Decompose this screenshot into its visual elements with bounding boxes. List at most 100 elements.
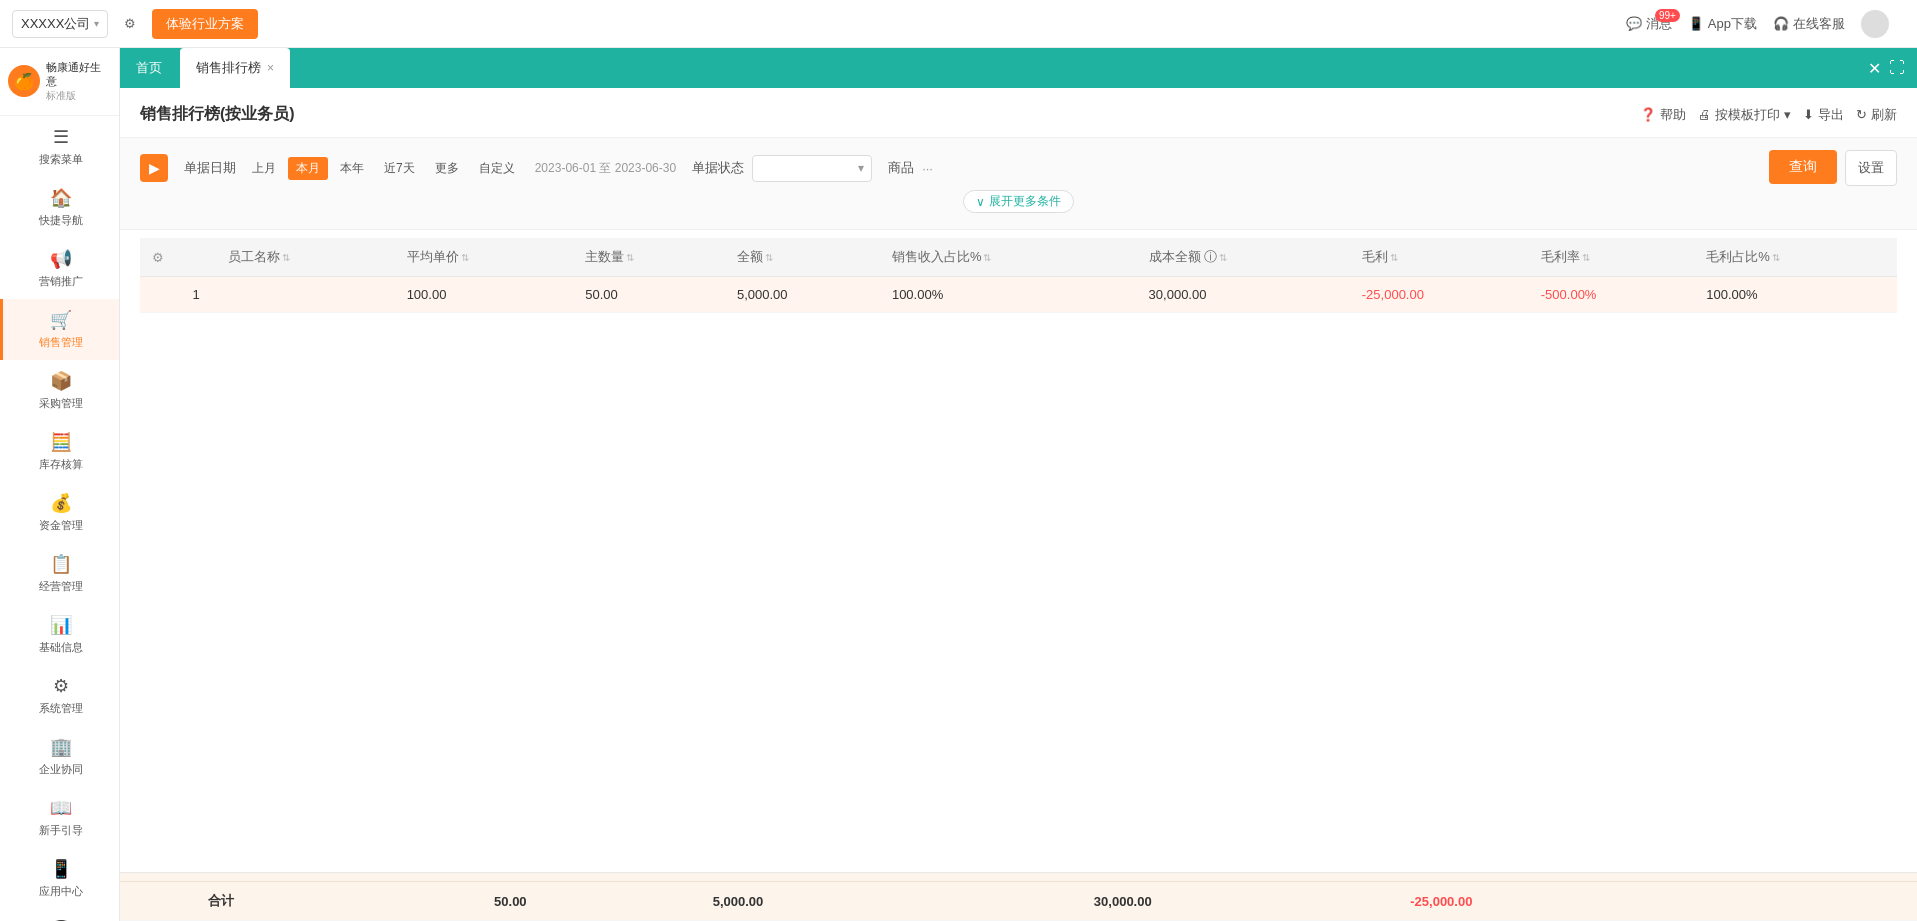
filter-toggle-button[interactable]: ▶ (140, 154, 168, 182)
col-profit: 毛利 ⇅ (1350, 238, 1529, 277)
sidebar-item-label: 应用中心 (39, 884, 83, 899)
date-tab-last-month[interactable]: 上月 (244, 157, 284, 180)
avatar[interactable] (1861, 10, 1889, 38)
tab-sales-ranking[interactable]: 销售排行榜 × (180, 48, 290, 88)
maximize-button[interactable]: ⛶ (1889, 59, 1905, 77)
tab-close-button[interactable]: × (267, 61, 274, 75)
export-icon: ⬇ (1803, 107, 1814, 122)
tab-bar-right: ✕ ⛶ (1868, 59, 1917, 78)
sidebar-item-inventory[interactable]: 🧮 库存核算 (0, 421, 119, 482)
row-amount: 5,000.00 (725, 277, 880, 313)
tab-label: 销售排行榜 (196, 59, 261, 77)
sidebar-item-app-center[interactable]: 📱 应用中心 (0, 848, 119, 909)
sort-icon[interactable]: ⇅ (282, 252, 290, 263)
date-tab-more[interactable]: 更多 (427, 157, 467, 180)
summary-quantity: 50.00 (482, 882, 701, 921)
logo-sub: 标准版 (46, 89, 111, 103)
col-sort-avg-price: 平均单价 ⇅ (407, 248, 562, 266)
headset-icon: 🎧 (1773, 16, 1789, 31)
sidebar-item-wechat[interactable]: 💬 企业微信 (0, 909, 119, 921)
status-select[interactable] (752, 155, 872, 182)
row-settings (140, 277, 176, 313)
date-tab-current-month[interactable]: 本月 (288, 157, 328, 180)
basic-info-icon: 📊 (50, 614, 72, 636)
sidebar-item-search[interactable]: ☰ 搜索菜单 (0, 116, 119, 177)
help-button[interactable]: ❓ 帮助 (1640, 106, 1686, 124)
finance-icon: 💰 (50, 492, 72, 514)
sidebar-item-label: 系统管理 (39, 701, 83, 716)
summary-empty-settings (120, 882, 156, 921)
date-tab-current-year[interactable]: 本年 (332, 157, 372, 180)
sidebar-item-sales[interactable]: 🛒 销售管理 (0, 299, 119, 360)
col-sort-profit: 毛利 ⇅ (1362, 248, 1517, 266)
export-button[interactable]: ⬇ 导出 (1803, 106, 1844, 124)
sort-icon[interactable]: ⇅ (983, 252, 991, 263)
top-right-actions: 💬 消息 99+ 📱 App下载 🎧 在线客服 (1626, 10, 1905, 38)
sidebar-item-quick-nav[interactable]: 🏠 快捷导航 (0, 177, 119, 238)
query-button[interactable]: 查询 (1769, 150, 1837, 184)
summary-table: 合计 50.00 5,000.00 30,000.00 -25,000.00 (120, 881, 1917, 921)
sales-icon: 🛒 (50, 309, 72, 331)
gear-button[interactable]: ⚙ (116, 10, 144, 38)
company-selector[interactable]: XXXXX公司 ▾ (12, 10, 108, 38)
export-label: 导出 (1818, 106, 1844, 124)
logo-text-block: 畅康通好生意 标准版 (46, 60, 111, 103)
summary-empty-rank (156, 882, 196, 921)
online-service-button[interactable]: 🎧 在线客服 (1773, 15, 1845, 33)
app-download-label: App下载 (1708, 15, 1757, 33)
row-quantity: 50.00 (573, 277, 725, 313)
chevron-down-icon: ▾ (94, 18, 99, 29)
col-quantity: 主数量 ⇅ (573, 238, 725, 277)
refresh-button[interactable]: ↻ 刷新 (1856, 106, 1897, 124)
sort-icon[interactable]: ⇅ (1219, 252, 1227, 263)
sidebar-item-label: 搜索菜单 (39, 152, 83, 167)
status-filter: 单据状态 (692, 155, 872, 182)
sidebar-item-basic-info[interactable]: 📊 基础信息 (0, 604, 119, 665)
expand-conditions-button[interactable]: ∨ 展开更多条件 (963, 190, 1074, 213)
company-name: XXXXX公司 (21, 15, 90, 33)
sidebar-item-operations[interactable]: 📋 经营管理 (0, 543, 119, 604)
close-window-button[interactable]: ✕ (1868, 59, 1881, 78)
settings-button[interactable]: 设置 (1845, 150, 1897, 186)
sort-icon[interactable]: ⇅ (765, 252, 773, 263)
date-range: 2023-06-01 至 2023-06-30 (535, 160, 676, 177)
summary-profit: -25,000.00 (1398, 882, 1731, 921)
goods-label: 商品 (888, 159, 914, 177)
date-tab-custom[interactable]: 自定义 (471, 157, 523, 180)
col-sort-profit-pct: 毛利占比% ⇅ (1706, 248, 1885, 266)
help-label: 帮助 (1660, 106, 1686, 124)
help-icon: ❓ (1640, 107, 1656, 122)
message-button[interactable]: 💬 消息 99+ (1626, 15, 1672, 33)
col-sort-quantity: 主数量 ⇅ (585, 248, 713, 266)
print-button[interactable]: 🖨 按模板打印 ▾ (1698, 106, 1791, 124)
sidebar-item-system[interactable]: ⚙ 系统管理 (0, 665, 119, 726)
col-settings[interactable]: ⚙ (140, 238, 176, 277)
sidebar-item-finance[interactable]: 💰 资金管理 (0, 482, 119, 543)
sort-icon[interactable]: ⇅ (461, 252, 469, 263)
sort-icon[interactable]: ⇅ (1582, 252, 1590, 263)
page-actions: ❓ 帮助 🖨 按模板打印 ▾ ⬇ 导出 ↻ 刷新 (1640, 106, 1897, 124)
sidebar-item-purchase[interactable]: 📦 采购管理 (0, 360, 119, 421)
table-container: ⚙ 员工名称 ⇅ 平均单价 ⇅ (120, 238, 1917, 313)
goods-more-icon: ··· (922, 161, 933, 176)
marketing-icon: 📢 (50, 248, 72, 270)
sidebar-item-marketing[interactable]: 📢 营销推广 (0, 238, 119, 299)
date-tab-last-7days[interactable]: 近7天 (376, 157, 423, 180)
sidebar-item-label: 企业协同 (39, 762, 83, 777)
filter-row: ▶ 单据日期 上月 本月 本年 近7天 更多 自定义 2023-06-01 至 … (140, 150, 1897, 186)
trial-button[interactable]: 体验行业方案 (152, 9, 258, 39)
sort-icon[interactable]: ⇅ (1390, 252, 1398, 263)
app-download-button[interactable]: 📱 App下载 (1688, 15, 1757, 33)
table-header: ⚙ 员工名称 ⇅ 平均单价 ⇅ (140, 238, 1897, 277)
page-title: 销售排行榜(按业务员) (140, 104, 295, 125)
sidebar-item-guide[interactable]: 📖 新手引导 (0, 787, 119, 848)
sidebar-item-enterprise[interactable]: 🏢 企业协同 (0, 726, 119, 787)
col-rank (176, 238, 216, 277)
row-profit: -25,000.00 (1350, 277, 1529, 313)
sort-icon[interactable]: ⇅ (626, 252, 634, 263)
tab-home[interactable]: 首页 (120, 48, 178, 88)
sort-icon[interactable]: ⇅ (1772, 252, 1780, 263)
main-layout: 🍊 畅康通好生意 标准版 ☰ 搜索菜单 🏠 快捷导航 📢 营销推广 🛒 销售管理… (0, 48, 1917, 921)
enterprise-icon: 🏢 (50, 736, 72, 758)
sidebar-item-label: 经营管理 (39, 579, 83, 594)
